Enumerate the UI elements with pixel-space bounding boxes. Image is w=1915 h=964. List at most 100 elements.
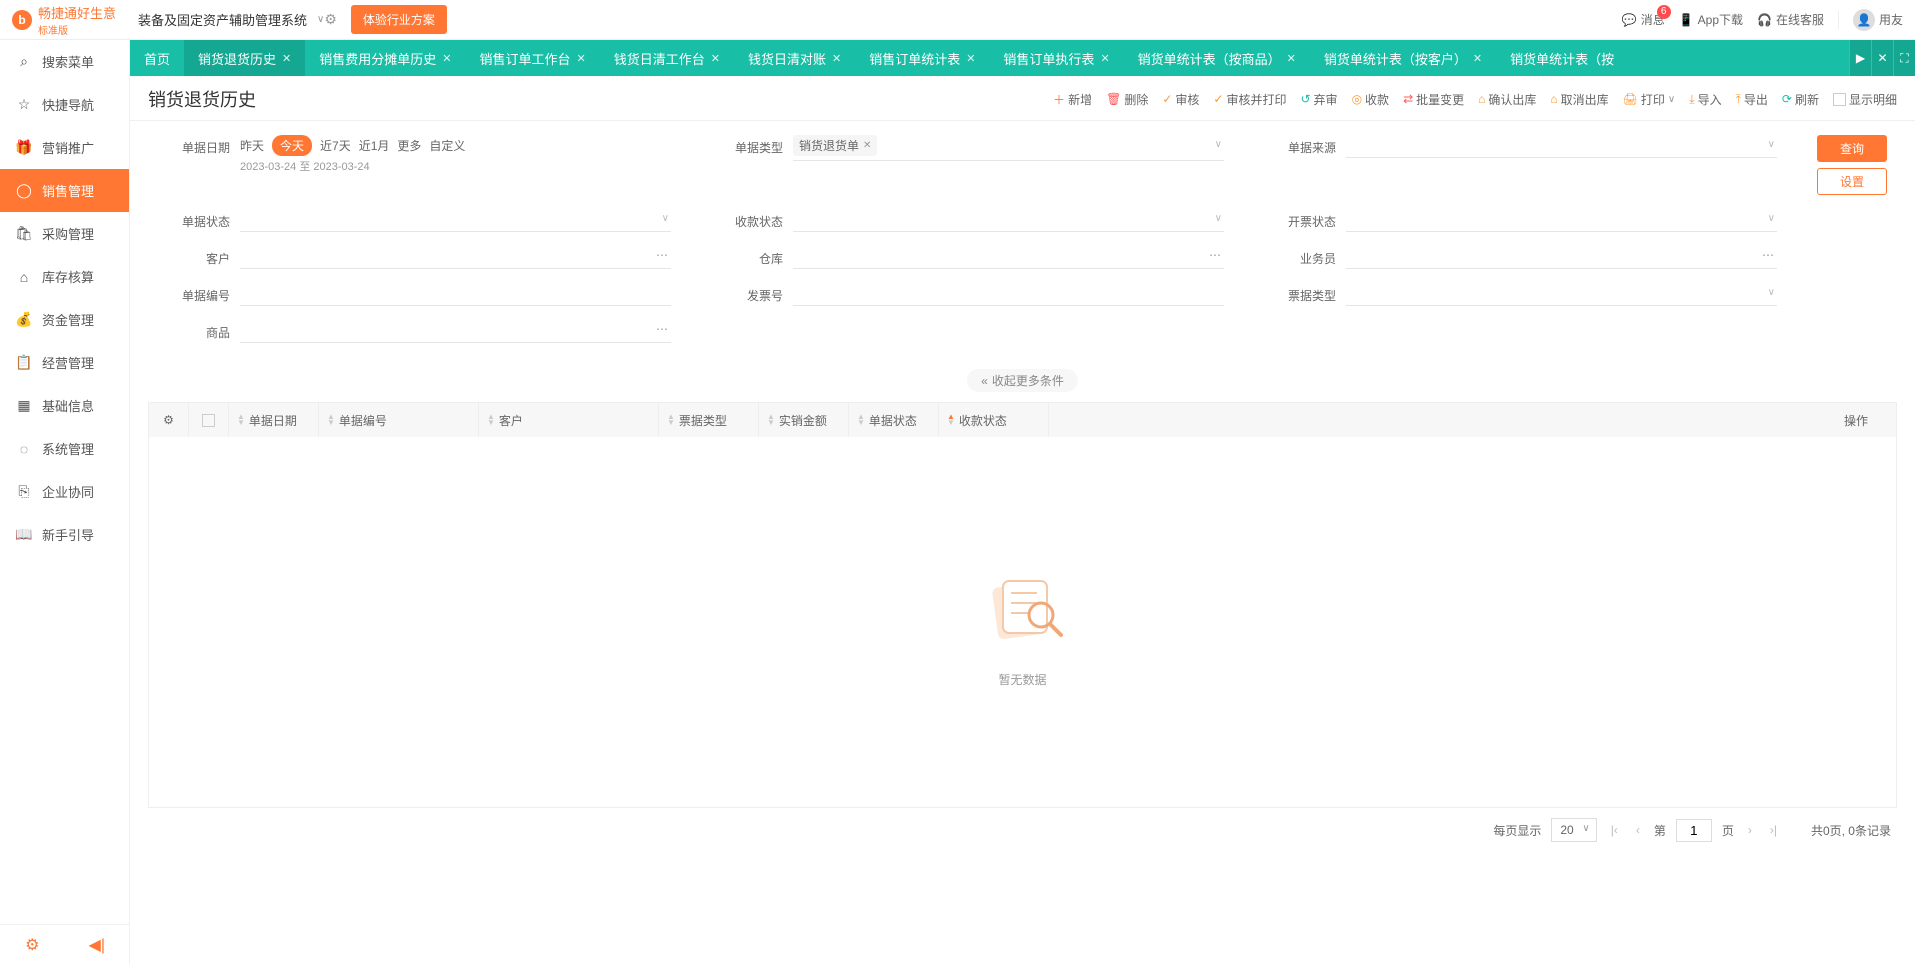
date-opt-more[interactable]: 更多 bbox=[397, 137, 421, 154]
lookup-icon[interactable]: ⋯ bbox=[656, 322, 669, 336]
sidebar-item-0[interactable]: ⌕搜索菜单 bbox=[0, 40, 129, 83]
pager-first[interactable]: |‹ bbox=[1607, 823, 1622, 837]
chevron-down-icon[interactable]: ∨ bbox=[1768, 287, 1775, 298]
sidebar-item-5[interactable]: ⌂库存核算 bbox=[0, 255, 129, 298]
show-detail-toggle[interactable]: 显示明细 bbox=[1833, 91, 1897, 108]
chevron-down-icon[interactable]: ∨ bbox=[1768, 139, 1775, 150]
date-opt-custom[interactable]: 自定义 bbox=[429, 137, 465, 154]
tabs-scroll-right[interactable]: ▶ bbox=[1849, 40, 1871, 76]
sidebar-item-8[interactable]: ▦基础信息 bbox=[0, 384, 129, 427]
collect-button[interactable]: ◎收款 bbox=[1352, 91, 1390, 108]
col-real-amount[interactable]: ▲▼实销金额 bbox=[759, 403, 849, 437]
tab-close-icon[interactable]: ✕ bbox=[1100, 52, 1109, 65]
tab-4[interactable]: 钱货日清工作台✕ bbox=[600, 40, 734, 76]
tab-close-icon[interactable]: ✕ bbox=[711, 52, 720, 65]
delete-button[interactable]: 🗑删除 bbox=[1106, 91, 1148, 108]
table-settings-button[interactable]: ⚙ bbox=[149, 403, 189, 437]
col-collect-status[interactable]: ▲▼收款状态 bbox=[939, 403, 1049, 437]
tab-5[interactable]: 钱货日清对账✕ bbox=[734, 40, 855, 76]
trial-button[interactable]: 体验行业方案 bbox=[351, 5, 447, 34]
sidebar-item-9[interactable]: ◌系统管理 bbox=[0, 427, 129, 470]
invoice-status-input[interactable] bbox=[1346, 209, 1777, 232]
sidebar-item-6[interactable]: 💰资金管理 bbox=[0, 298, 129, 341]
tab-7[interactable]: 销售订单执行表✕ bbox=[989, 40, 1123, 76]
audit-button[interactable]: ✓审核 bbox=[1162, 91, 1199, 108]
app-download-link[interactable]: 📱 App下载 bbox=[1679, 11, 1743, 28]
filter-settings-button[interactable]: 设置 bbox=[1817, 168, 1887, 195]
tab-close-icon[interactable]: ✕ bbox=[1473, 52, 1482, 65]
select-all-checkbox[interactable] bbox=[189, 403, 229, 437]
sidebar-item-11[interactable]: 📖新手引导 bbox=[0, 513, 129, 556]
invoice-no-input[interactable] bbox=[793, 283, 1224, 306]
collect-status-input[interactable] bbox=[793, 209, 1224, 232]
tab-close-icon[interactable]: ✕ bbox=[282, 52, 291, 65]
pager-next[interactable]: › bbox=[1744, 823, 1756, 837]
tab-close-icon[interactable]: ✕ bbox=[1287, 52, 1296, 65]
bill-no-input[interactable] bbox=[240, 283, 671, 306]
ticket-type-input[interactable] bbox=[1346, 283, 1777, 306]
product-input[interactable] bbox=[240, 320, 671, 343]
date-opt-last-month[interactable]: 近1月 bbox=[359, 137, 390, 154]
col-ticket-type[interactable]: ▲▼票据类型 bbox=[659, 403, 759, 437]
clerk-input[interactable] bbox=[1346, 246, 1777, 269]
chevron-down-icon[interactable]: ∨ bbox=[1215, 213, 1222, 224]
tab-1[interactable]: 销货退货历史✕ bbox=[184, 40, 305, 76]
batch-change-button[interactable]: ⇄批量变更 bbox=[1403, 91, 1464, 108]
abandon-button[interactable]: ↺弃审 bbox=[1300, 91, 1337, 108]
tab-6[interactable]: 销售订单统计表✕ bbox=[855, 40, 989, 76]
add-button[interactable]: ＋新增 bbox=[1053, 91, 1092, 108]
user-menu[interactable]: 👤 用友 bbox=[1853, 9, 1903, 31]
lookup-icon[interactable]: ⋯ bbox=[1762, 248, 1775, 262]
query-button[interactable]: 查询 bbox=[1817, 135, 1887, 162]
date-opt-today[interactable]: 今天 bbox=[272, 135, 312, 156]
sidebar-item-2[interactable]: 🎁营销推广 bbox=[0, 126, 129, 169]
sidebar-item-1[interactable]: ☆快捷导航 bbox=[0, 83, 129, 126]
online-service-link[interactable]: 🎧 在线客服 bbox=[1757, 11, 1824, 28]
sidebar-item-4[interactable]: 🛍采购管理 bbox=[0, 212, 129, 255]
tab-close-icon[interactable]: ✕ bbox=[442, 52, 451, 65]
sidebar-item-7[interactable]: 📋经营管理 bbox=[0, 341, 129, 384]
col-bill-no[interactable]: ▲▼单据编号 bbox=[319, 403, 479, 437]
warehouse-input[interactable] bbox=[793, 246, 1224, 269]
lookup-icon[interactable]: ⋯ bbox=[656, 248, 669, 262]
settings-button[interactable]: ⚙ bbox=[0, 925, 65, 964]
page-input[interactable] bbox=[1676, 819, 1712, 842]
bill-status-input[interactable] bbox=[240, 209, 671, 232]
print-button[interactable]: 🖨打印∨ bbox=[1623, 91, 1676, 108]
tab-close-icon[interactable]: ✕ bbox=[832, 52, 841, 65]
per-page-select[interactable]: 20 bbox=[1551, 818, 1596, 842]
col-customer[interactable]: ▲▼客户 bbox=[479, 403, 659, 437]
tab-close-icon[interactable]: ✕ bbox=[966, 52, 975, 65]
bill-source-input[interactable] bbox=[1346, 135, 1777, 158]
tab-9[interactable]: 销货单统计表（按客户）✕ bbox=[1310, 40, 1496, 76]
lookup-icon[interactable]: ⋯ bbox=[1209, 248, 1222, 262]
col-bill-date[interactable]: ▲▼单据日期 bbox=[229, 403, 319, 437]
settings-icon[interactable]: ⚙ bbox=[324, 11, 337, 28]
tab-2[interactable]: 销售费用分摊单历史✕ bbox=[305, 40, 465, 76]
import-button[interactable]: ⤓导入 bbox=[1689, 91, 1721, 108]
collapse-sidebar-button[interactable]: ◀| bbox=[65, 925, 130, 964]
chevron-down-icon[interactable]: ∨ bbox=[1215, 139, 1222, 150]
date-opt-last7[interactable]: 近7天 bbox=[320, 137, 351, 154]
collapse-conditions-button[interactable]: « 收起更多条件 bbox=[967, 369, 1078, 392]
system-select[interactable]: 装备及固定资产辅助管理系统 ∨ bbox=[138, 10, 324, 29]
confirm-out-button[interactable]: ⌂确认出库 bbox=[1478, 91, 1536, 108]
cancel-out-button[interactable]: ⌂取消出库 bbox=[1550, 91, 1608, 108]
tab-3[interactable]: 销售订单工作台✕ bbox=[465, 40, 599, 76]
sidebar-item-3[interactable]: ◯销售管理 bbox=[0, 169, 129, 212]
messages-link[interactable]: 💬 消息 6 bbox=[1622, 11, 1665, 28]
chevron-down-icon[interactable]: ∨ bbox=[662, 213, 669, 224]
export-button[interactable]: ⤒导出 bbox=[1736, 91, 1768, 108]
date-opt-yesterday[interactable]: 昨天 bbox=[240, 137, 264, 154]
tab-8[interactable]: 销货单统计表（按商品）✕ bbox=[1124, 40, 1310, 76]
tabs-close-all[interactable]: ✕ bbox=[1871, 40, 1893, 76]
tabs-fullscreen[interactable]: ⛶ bbox=[1893, 40, 1915, 76]
pager-last[interactable]: ›| bbox=[1766, 823, 1781, 837]
audit-print-button[interactable]: ✓审核并打印 bbox=[1213, 91, 1286, 108]
refresh-button[interactable]: ⟳刷新 bbox=[1782, 91, 1819, 108]
col-bill-status[interactable]: ▲▼单据状态 bbox=[849, 403, 939, 437]
tab-close-icon[interactable]: ✕ bbox=[577, 52, 586, 65]
customer-input[interactable] bbox=[240, 246, 671, 269]
tab-0[interactable]: 首页 bbox=[130, 40, 184, 76]
tab-10[interactable]: 销货单统计表（按 bbox=[1496, 40, 1628, 76]
